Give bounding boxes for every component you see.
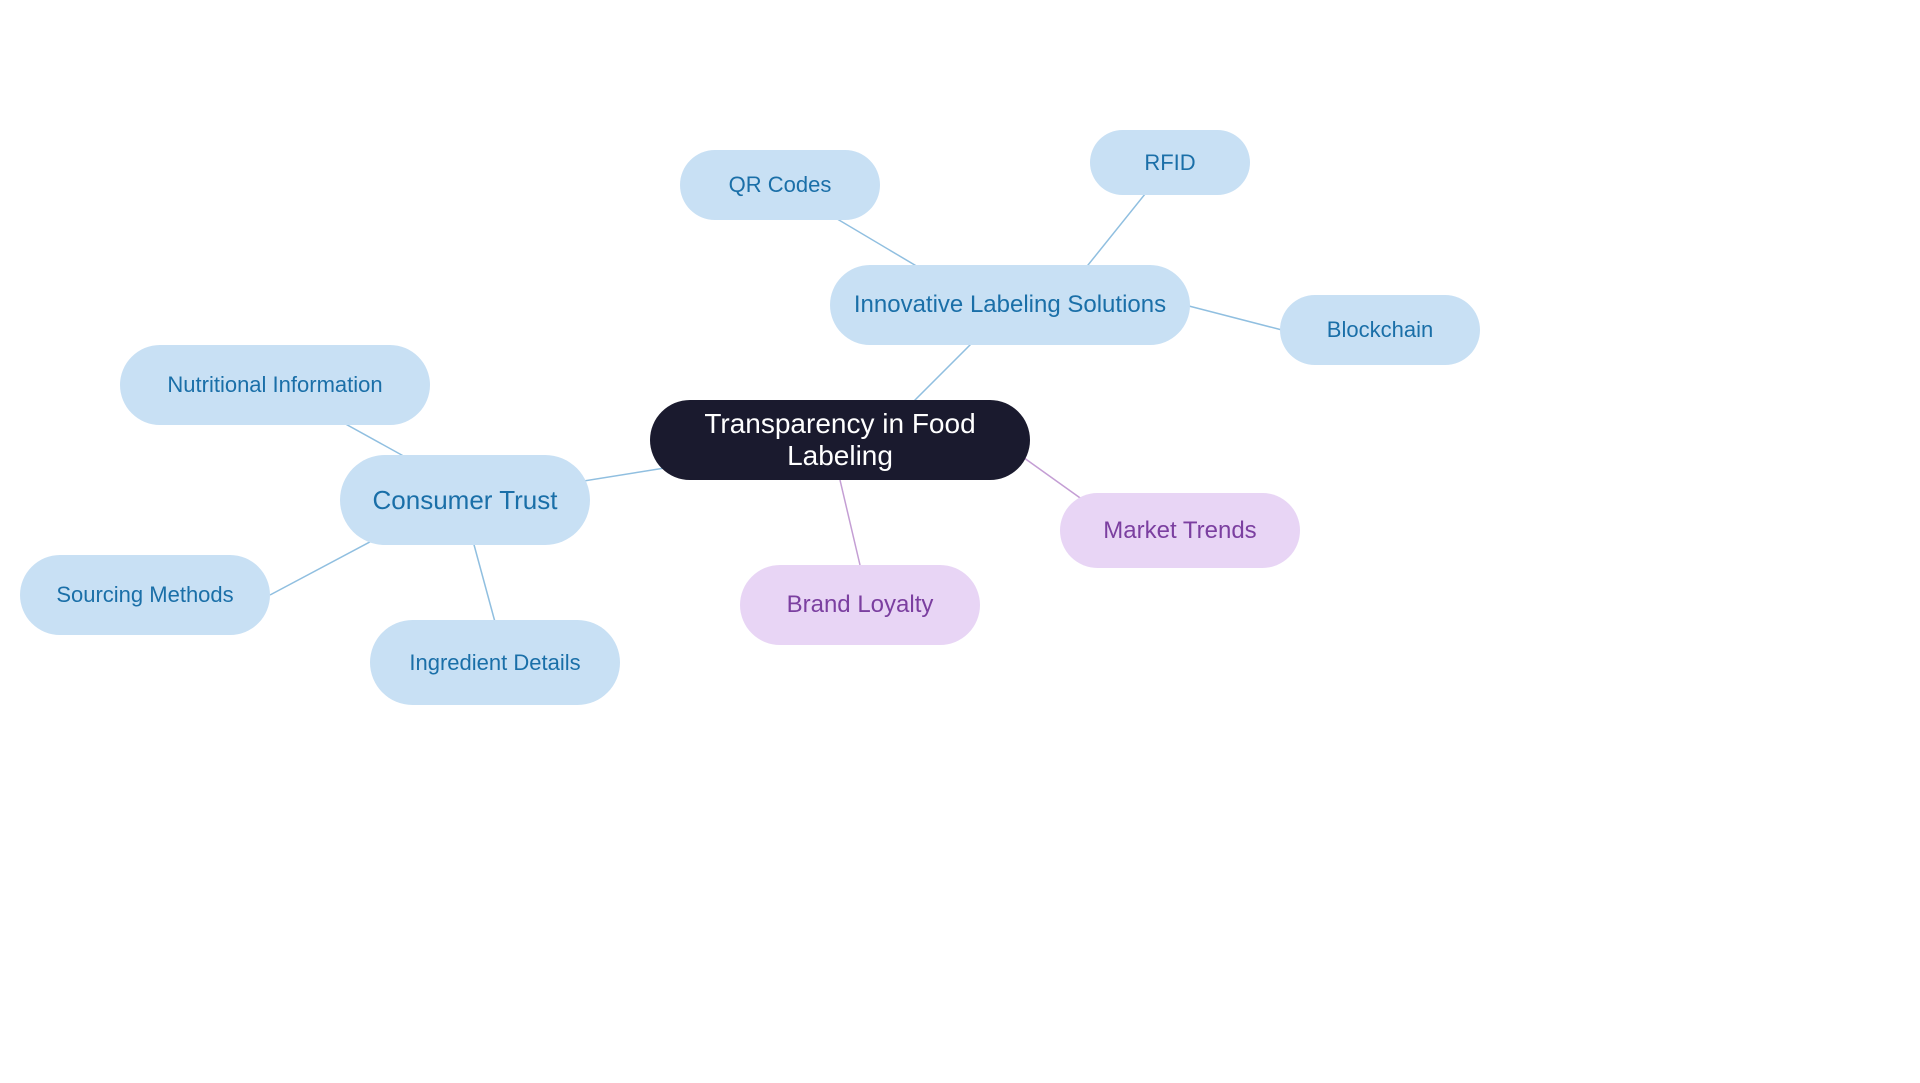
market-trends-node: Market Trends — [1060, 493, 1300, 568]
nutritional-node: Nutritional Information — [120, 345, 430, 425]
market-trends-label: Market Trends — [1103, 517, 1256, 545]
innovative-label: Innovative Labeling Solutions — [854, 291, 1166, 319]
ingredient-node: Ingredient Details — [370, 620, 620, 705]
brand-loyalty-node: Brand Loyalty — [740, 565, 980, 645]
innovative-node: Innovative Labeling Solutions — [830, 265, 1190, 345]
qr-label: QR Codes — [729, 172, 832, 198]
qr-codes-node: QR Codes — [680, 150, 880, 220]
consumer-trust-node: Consumer Trust — [340, 455, 590, 545]
nutritional-label: Nutritional Information — [167, 372, 382, 398]
blockchain-label: Blockchain — [1327, 317, 1433, 343]
blockchain-node: Blockchain — [1280, 295, 1480, 365]
sourcing-node: Sourcing Methods — [20, 555, 270, 635]
rfid-label: RFID — [1144, 150, 1195, 176]
mind-map-connections — [0, 0, 1920, 1083]
center-label: Transparency in Food Labeling — [650, 408, 1030, 472]
consumer-trust-label: Consumer Trust — [373, 485, 558, 516]
rfid-node: RFID — [1090, 130, 1250, 195]
center-node: Transparency in Food Labeling — [650, 400, 1030, 480]
ingredient-label: Ingredient Details — [409, 650, 580, 676]
sourcing-label: Sourcing Methods — [56, 582, 233, 608]
brand-loyalty-label: Brand Loyalty — [787, 591, 934, 619]
